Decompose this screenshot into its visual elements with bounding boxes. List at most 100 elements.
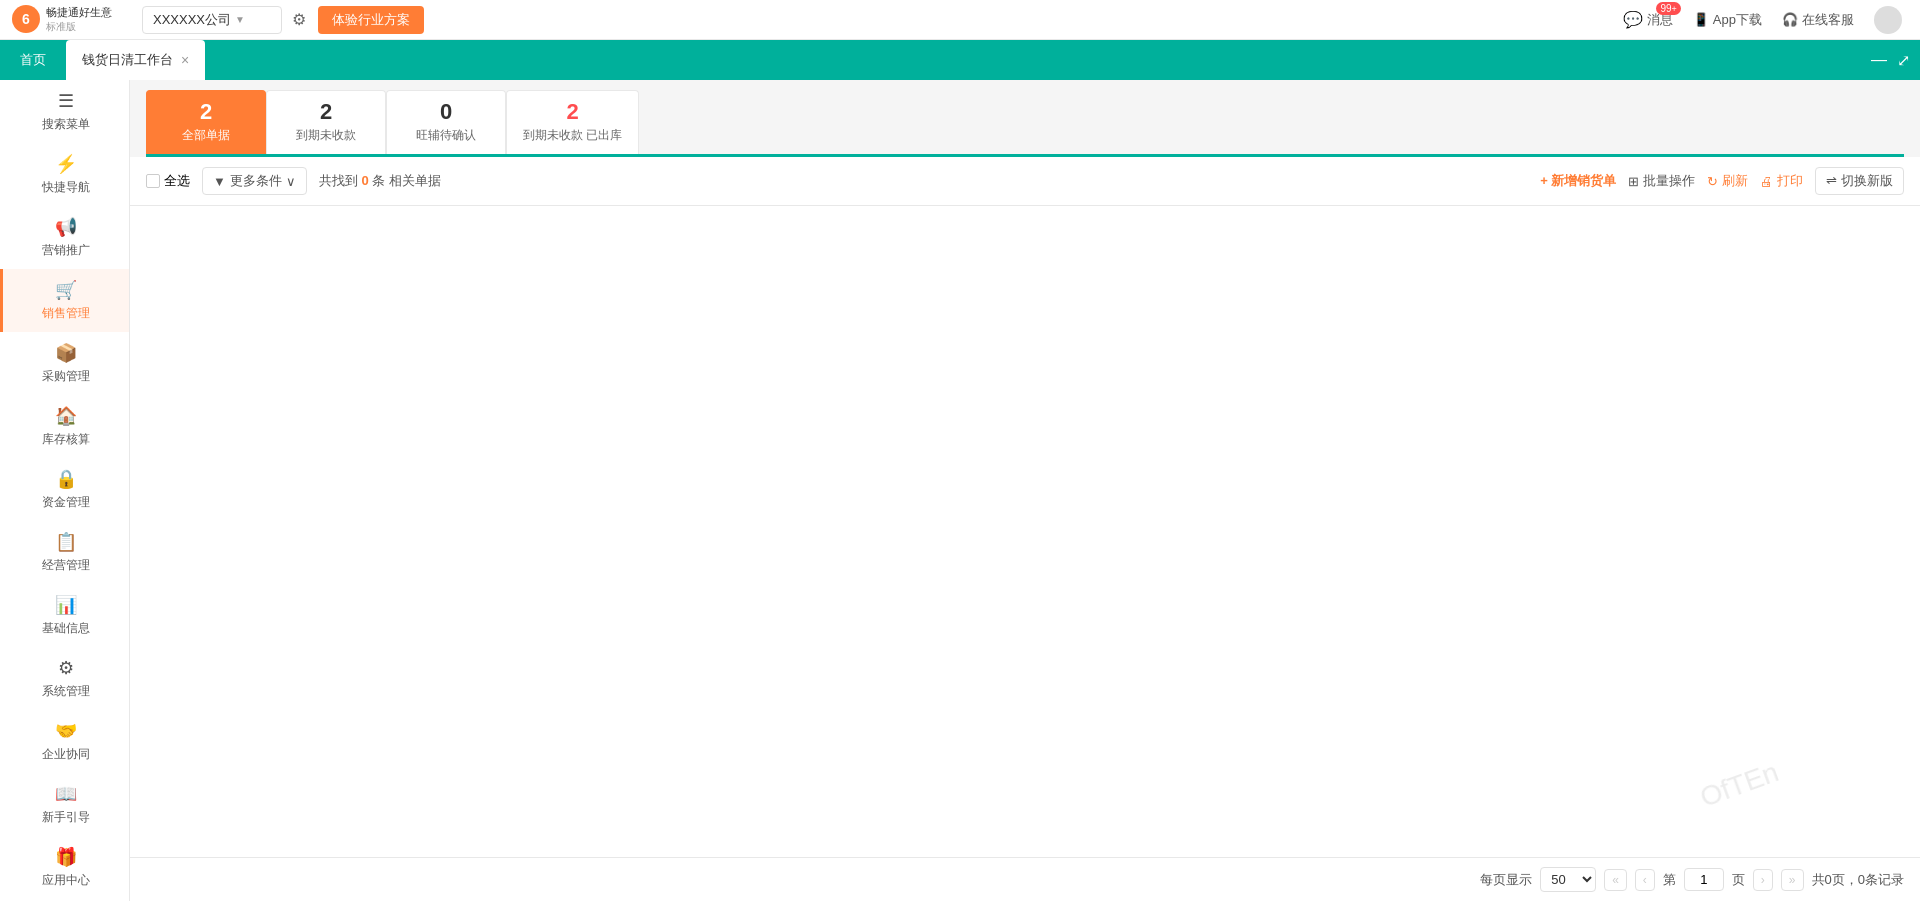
stat-label-overdue: 到期未收款 [283, 127, 369, 144]
sidebar-item-finance[interactable]: 🔒 资金管理 [0, 458, 129, 521]
total-records-label: 共0页，0条记录 [1812, 871, 1904, 889]
stat-tab-overdue[interactable]: 2 到期未收款 [266, 90, 386, 154]
select-all-checkbox[interactable] [146, 174, 160, 188]
page-input[interactable] [1684, 868, 1724, 891]
app-download-label: App下载 [1713, 11, 1762, 29]
switch-icon: ⇌ [1826, 173, 1837, 188]
headset-icon: 🎧 [1782, 12, 1798, 27]
sidebar-item-search-menu[interactable]: ☰ 搜索菜单 [0, 80, 129, 143]
purchase-icon: 📦 [55, 342, 77, 364]
sidebar-item-newbie[interactable]: 📖 新手引导 [0, 773, 129, 836]
next-page-button[interactable]: › [1753, 869, 1773, 891]
avatar [1874, 6, 1902, 34]
tab-home[interactable]: 首页 [0, 40, 66, 80]
enterprise-icon: 🤝 [55, 720, 77, 742]
found-text: 共找到 0 条 相关单据 [319, 172, 441, 190]
app-name: 畅捷通好生意 [46, 5, 112, 19]
experience-button[interactable]: 体验行业方案 [318, 6, 424, 34]
found-count: 0 [362, 173, 369, 188]
filter-button[interactable]: ▼ 更多条件 ∨ [202, 167, 307, 195]
sidebar-label-quick-nav: 快捷导航 [42, 179, 90, 196]
company-name: XXXXXX公司 [153, 11, 231, 29]
add-sales-order-button[interactable]: + 新增销货单 [1540, 172, 1616, 190]
sidebar-label-marketing: 营销推广 [42, 242, 90, 259]
stat-number-overdue: 2 [283, 99, 369, 125]
page-end-label: 页 [1732, 871, 1745, 889]
tab-maximize-button[interactable]: ⤢ [1897, 51, 1910, 70]
company-selector[interactable]: XXXXXX公司 ▼ [142, 6, 282, 34]
online-service-label: 在线客服 [1802, 11, 1854, 29]
page-label: 第 [1663, 871, 1676, 889]
sidebar-item-system[interactable]: ⚙ 系统管理 [0, 647, 129, 710]
last-page-button[interactable]: » [1781, 869, 1804, 891]
first-page-button[interactable]: « [1604, 869, 1627, 891]
sidebar-item-operations[interactable]: 📋 经营管理 [0, 521, 129, 584]
avatar-area[interactable] [1874, 6, 1908, 34]
stats-tabs: 2 全部单据 2 到期未收款 0 旺辅待确认 2 到期未收款 已出库 [130, 80, 1920, 154]
filter-icon: ▼ [213, 174, 226, 189]
operations-icon: 📋 [55, 531, 77, 553]
chevron-down-icon: ▼ [235, 14, 245, 25]
filter-label: 更多条件 [230, 172, 282, 190]
notification-area[interactable]: 💬 消息 99+ [1623, 10, 1673, 29]
stat-tab-all[interactable]: 2 全部单据 [146, 90, 266, 154]
per-page-select[interactable]: 50 20 100 [1540, 867, 1596, 892]
toolbar-right: + 新增销货单 ⊞ 批量操作 ↻ 刷新 🖨 打印 ⇌ 切换新版 [1540, 167, 1904, 195]
tab-close-button[interactable]: × [181, 52, 189, 68]
logo-icon: 6 [12, 5, 40, 33]
filter-chevron-icon: ∨ [286, 174, 296, 189]
stat-label-overdue-shipped: 到期未收款 已出库 [523, 127, 622, 144]
stat-tab-overdue-shipped[interactable]: 2 到期未收款 已出库 [506, 90, 639, 154]
sidebar-label-newbie: 新手引导 [42, 809, 90, 826]
sidebar-item-inventory[interactable]: 🏠 库存核算 [0, 395, 129, 458]
sales-icon: 🛒 [55, 279, 77, 301]
sidebar-item-enterprise[interactable]: 🤝 企业协同 [0, 710, 129, 773]
phone-icon: 📱 [1693, 12, 1709, 27]
app-download-button[interactable]: 📱 App下载 [1693, 11, 1762, 29]
prev-page-button[interactable]: ‹ [1635, 869, 1655, 891]
stat-number-overdue-shipped: 2 [523, 99, 622, 125]
table-area [130, 206, 1920, 857]
sidebar-label-operations: 经营管理 [42, 557, 90, 574]
sidebar-item-sales[interactable]: 🛒 销售管理 [0, 269, 129, 332]
sidebar-label-purchase: 采购管理 [42, 368, 90, 385]
tab-bar-right: — ⤢ [1871, 51, 1920, 70]
sidebar-item-app-center[interactable]: 🎁 应用中心 [0, 836, 129, 899]
sidebar-item-marketing[interactable]: 📢 营销推广 [0, 206, 129, 269]
sidebar-label-basic-info: 基础信息 [42, 620, 90, 637]
online-service-button[interactable]: 🎧 在线客服 [1782, 11, 1854, 29]
switch-version-button[interactable]: ⇌ 切换新版 [1815, 167, 1904, 195]
sidebar-label-system: 系统管理 [42, 683, 90, 700]
refresh-icon: ↻ [1707, 174, 1718, 189]
pagination-bar: 每页显示 50 20 100 « ‹ 第 页 › » 共0页，0条记录 [130, 857, 1920, 901]
notification-badge: 99+ [1656, 2, 1680, 15]
stat-label-pending: 旺辅待确认 [403, 127, 489, 144]
main-layout: ☰ 搜索菜单 ⚡ 快捷导航 📢 营销推广 🛒 销售管理 📦 采购管理 🏠 库存核… [0, 80, 1920, 901]
print-button[interactable]: 🖨 打印 [1760, 172, 1803, 190]
quick-nav-icon: ⚡ [55, 153, 77, 175]
settings-button[interactable]: ⚙ [292, 10, 306, 29]
select-all-label: 全选 [164, 172, 190, 190]
sidebar-item-basic-info[interactable]: 📊 基础信息 [0, 584, 129, 647]
print-icon: 🖨 [1760, 174, 1773, 189]
logo-area: 6 畅捷通好生意 标准版 [12, 5, 142, 33]
stat-label-all: 全部单据 [163, 127, 249, 144]
stat-tab-pending[interactable]: 0 旺辅待确认 [386, 90, 506, 154]
sidebar-label-enterprise: 企业协同 [42, 746, 90, 763]
batch-operation-button[interactable]: ⊞ 批量操作 [1628, 172, 1695, 190]
sidebar-label-inventory: 库存核算 [42, 431, 90, 448]
sidebar-item-quick-nav[interactable]: ⚡ 快捷导航 [0, 143, 129, 206]
batch-label: 批量操作 [1643, 172, 1695, 190]
search-menu-icon: ☰ [58, 90, 74, 112]
tab-active[interactable]: 钱货日清工作台 × [66, 40, 205, 80]
toolbar: 全选 ▼ 更多条件 ∨ 共找到 0 条 相关单据 + 新增销货单 ⊞ 批量操作 [130, 157, 1920, 206]
system-icon: ⚙ [58, 657, 74, 679]
content-area: 2 全部单据 2 到期未收款 0 旺辅待确认 2 到期未收款 已出库 全选 [130, 80, 1920, 901]
refresh-button[interactable]: ↻ 刷新 [1707, 172, 1748, 190]
sidebar-item-purchase[interactable]: 📦 采购管理 [0, 332, 129, 395]
sidebar-label-finance: 资金管理 [42, 494, 90, 511]
newbie-icon: 📖 [55, 783, 77, 805]
switch-label: 切换新版 [1841, 173, 1893, 188]
tab-minimize-button[interactable]: — [1871, 51, 1887, 69]
select-all-area[interactable]: 全选 [146, 172, 190, 190]
